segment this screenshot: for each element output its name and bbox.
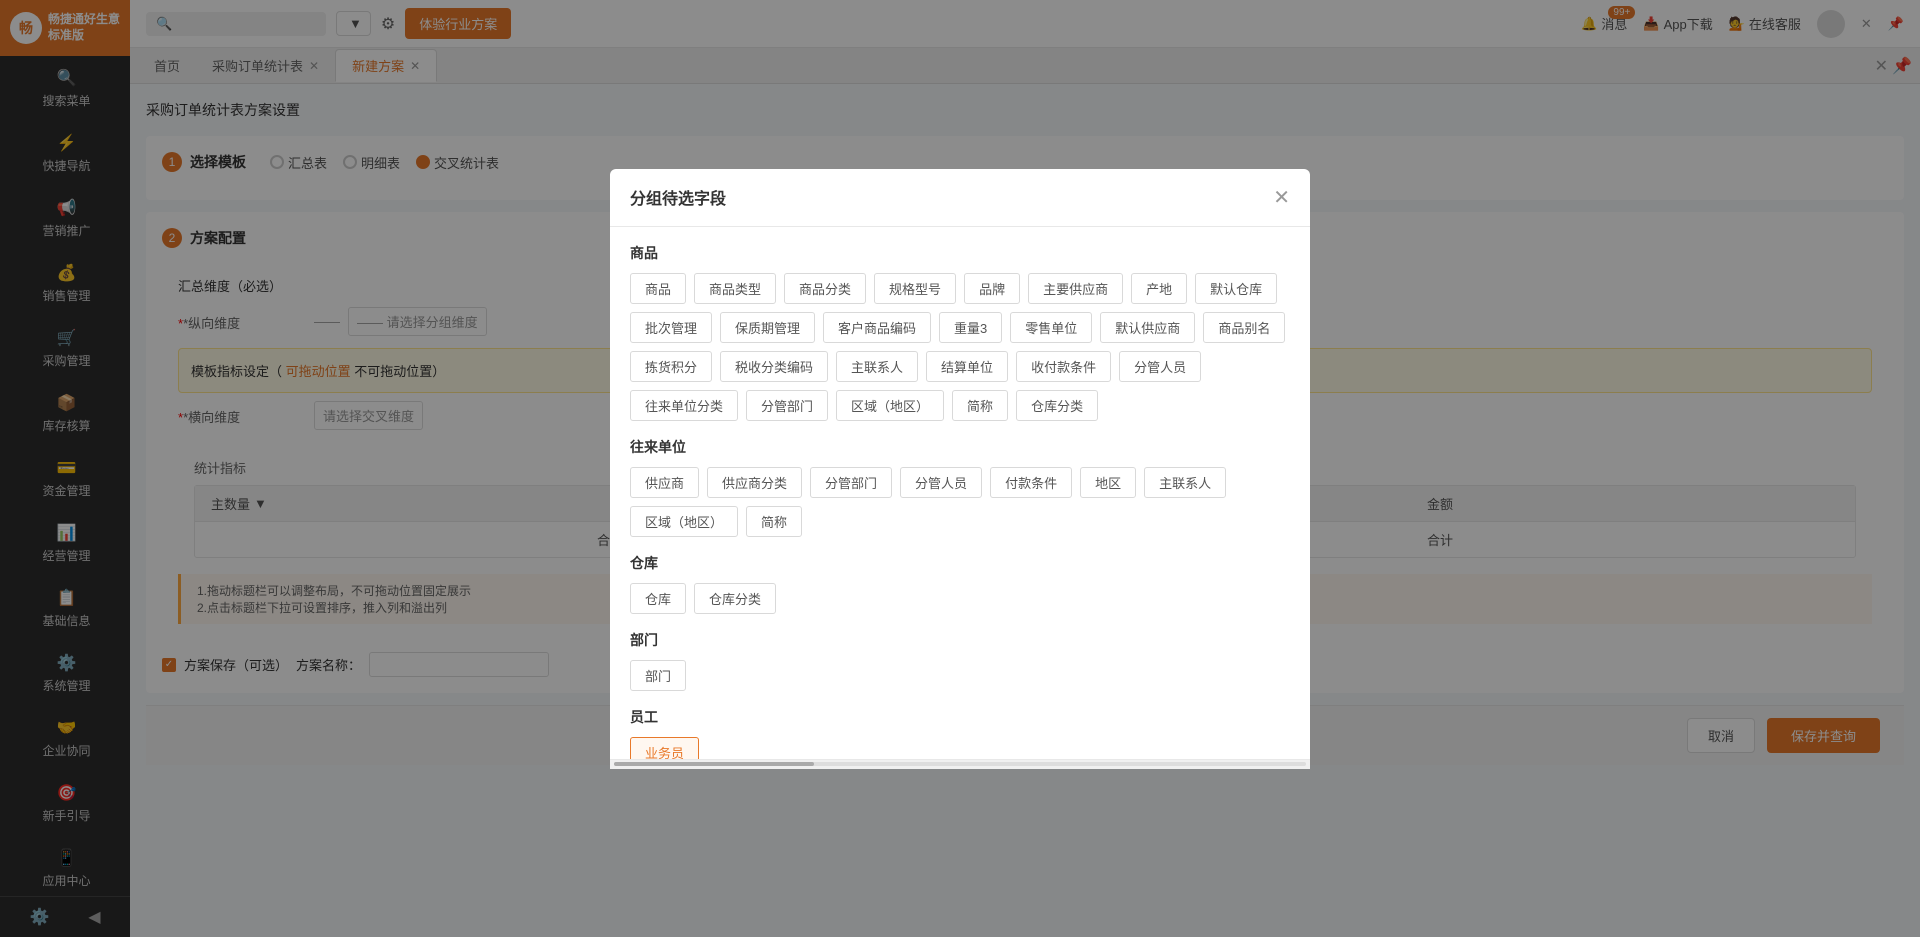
field-tag[interactable]: 主要供应商 (1028, 273, 1123, 304)
field-tag[interactable]: 供应商 (630, 467, 699, 498)
field-tag[interactable]: 付款条件 (990, 467, 1072, 498)
field-tag[interactable]: 部门 (630, 660, 686, 691)
field-tag[interactable]: 规格型号 (874, 273, 956, 304)
modal-overlay[interactable]: 分组待选字段 ✕ 商品 商品 商品类型 商品分类 规格型号 品牌 主要供应商 产… (0, 0, 1920, 937)
field-tag[interactable]: 拣货积分 (630, 351, 712, 382)
field-tag[interactable]: 分管人员 (1119, 351, 1201, 382)
field-tag-employee[interactable]: 业务员 (630, 737, 699, 760)
field-tag[interactable]: 保质期管理 (720, 312, 815, 343)
modal-scroll-thumb (614, 762, 814, 766)
field-group-employee-title: 员工 (630, 707, 1290, 727)
field-tag[interactable]: 区域（地区） (630, 506, 738, 537)
field-tag[interactable]: 结算单位 (926, 351, 1008, 382)
modal-body: 商品 商品 商品类型 商品分类 规格型号 品牌 主要供应商 产地 默认仓库 批次… (610, 227, 1310, 760)
field-tag[interactable]: 分管部门 (746, 390, 828, 421)
field-group-employee: 员工 业务员 (630, 707, 1290, 760)
field-tags-warehouse: 仓库 仓库分类 (630, 583, 1290, 614)
field-tag[interactable]: 分管部门 (810, 467, 892, 498)
field-tag[interactable]: 税收分类编码 (720, 351, 828, 382)
field-tag[interactable]: 商品 (630, 273, 686, 304)
field-tag[interactable]: 客户商品编码 (823, 312, 931, 343)
field-tags-product: 商品 商品类型 商品分类 规格型号 品牌 主要供应商 产地 默认仓库 批次管理 … (630, 273, 1290, 421)
field-tags-partner: 供应商 供应商分类 分管部门 分管人员 付款条件 地区 主联系人 区域（地区） … (630, 467, 1290, 537)
field-tag[interactable]: 重量3 (939, 312, 1002, 343)
field-tags-department: 部门 (630, 660, 1290, 691)
field-tag[interactable]: 默认供应商 (1100, 312, 1195, 343)
field-tag[interactable]: 往来单位分类 (630, 390, 738, 421)
field-group-department-title: 部门 (630, 630, 1290, 650)
field-tag[interactable]: 默认仓库 (1195, 273, 1277, 304)
field-group-product: 商品 商品 商品类型 商品分类 规格型号 品牌 主要供应商 产地 默认仓库 批次… (630, 243, 1290, 421)
modal-close-btn[interactable]: ✕ (1273, 185, 1290, 210)
field-tag[interactable]: 产地 (1131, 273, 1187, 304)
field-group-department: 部门 部门 (630, 630, 1290, 691)
field-tag[interactable]: 主联系人 (1144, 467, 1226, 498)
field-group-partner-title: 往来单位 (630, 437, 1290, 457)
field-tag[interactable]: 主联系人 (836, 351, 918, 382)
field-tag[interactable]: 区域（地区） (836, 390, 944, 421)
modal-title: 分组待选字段 (630, 185, 726, 209)
field-tag[interactable]: 商品分类 (784, 273, 866, 304)
modal-header: 分组待选字段 ✕ (610, 169, 1310, 227)
field-group-warehouse: 仓库 仓库 仓库分类 (630, 553, 1290, 614)
field-tag[interactable]: 品牌 (964, 273, 1020, 304)
field-tag[interactable]: 收付款条件 (1016, 351, 1111, 382)
field-tag[interactable]: 仓库 (630, 583, 686, 614)
field-tag[interactable]: 简称 (746, 506, 802, 537)
modal-scroll-bar[interactable] (610, 759, 1310, 768)
field-tag[interactable]: 地区 (1080, 467, 1136, 498)
field-tags-employee: 业务员 (630, 737, 1290, 760)
field-group-partner: 往来单位 供应商 供应商分类 分管部门 分管人员 付款条件 地区 主联系人 区域… (630, 437, 1290, 537)
field-tag[interactable]: 仓库分类 (1016, 390, 1098, 421)
field-tag[interactable]: 商品类型 (694, 273, 776, 304)
field-group-product-title: 商品 (630, 243, 1290, 263)
field-tag[interactable]: 简称 (952, 390, 1008, 421)
modal-scroll-track (614, 762, 1306, 766)
modal-dialog: 分组待选字段 ✕ 商品 商品 商品类型 商品分类 规格型号 品牌 主要供应商 产… (610, 169, 1310, 769)
field-tag[interactable]: 批次管理 (630, 312, 712, 343)
field-group-warehouse-title: 仓库 (630, 553, 1290, 573)
field-tag[interactable]: 供应商分类 (707, 467, 802, 498)
field-tag[interactable]: 仓库分类 (694, 583, 776, 614)
field-tag[interactable]: 商品别名 (1203, 312, 1285, 343)
field-tag[interactable]: 分管人员 (900, 467, 982, 498)
field-tag[interactable]: 零售单位 (1010, 312, 1092, 343)
